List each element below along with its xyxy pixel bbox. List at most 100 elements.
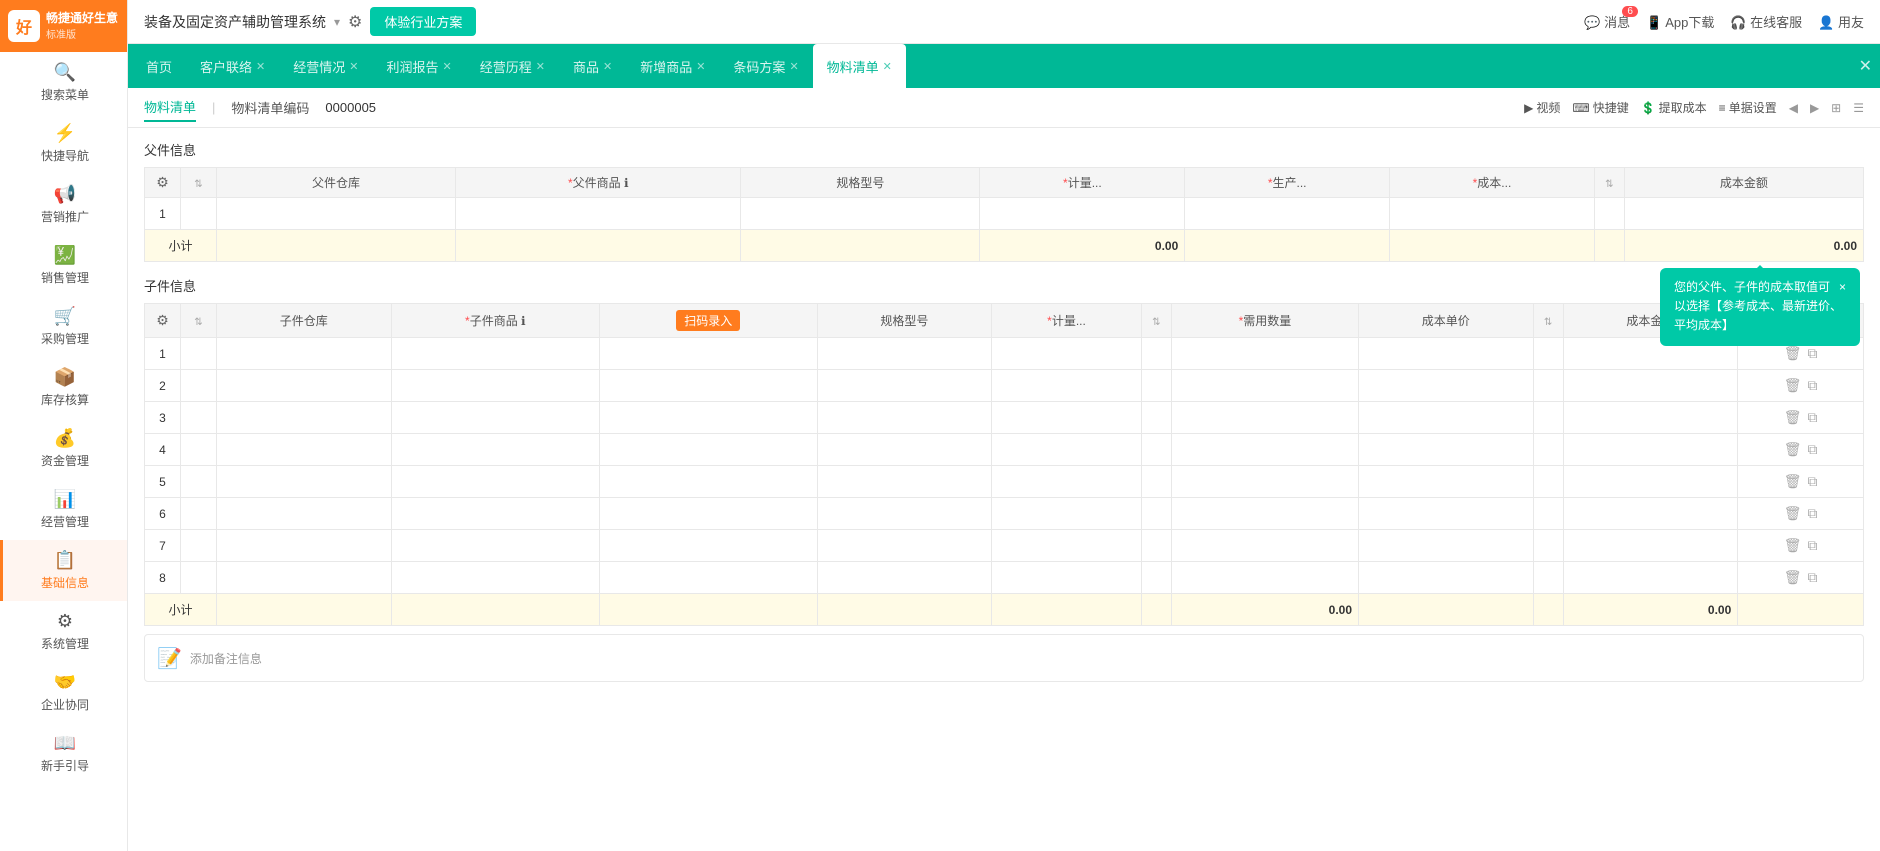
child-section-title: 子件信息: [144, 276, 1864, 295]
delete-icon[interactable]: 🗑: [1784, 505, 1802, 522]
video-action[interactable]: ▶ 视频: [1524, 99, 1560, 116]
copy-icon[interactable]: ⧉: [1808, 505, 1818, 522]
parent-col-unit: *计量...: [980, 168, 1185, 198]
close-icon[interactable]: ✕: [536, 60, 545, 73]
app-download-btn[interactable]: 📱 App下载: [1646, 12, 1714, 31]
tab-bom[interactable]: 物料清单 ✕: [813, 44, 906, 88]
tab-barcode[interactable]: 条码方案 ✕: [719, 44, 812, 88]
app-name: 畅捷通好生意: [46, 11, 118, 27]
copy-icon[interactable]: ⧉: [1808, 377, 1818, 394]
child-col-unit: *计量...: [992, 304, 1142, 338]
sidebar-item-finance[interactable]: 💰 资金管理: [0, 418, 127, 479]
sidebar-item-operations[interactable]: 📊 经营管理: [0, 479, 127, 540]
delete-icon[interactable]: 🗑: [1784, 409, 1802, 426]
child-subtotal-qty: 0.00: [1171, 594, 1358, 626]
sidebar-item-collab[interactable]: 🤝 企业协同: [0, 662, 127, 723]
sidebar-item-inventory[interactable]: 📦 库存核算: [0, 357, 127, 418]
user-icon: 👤: [1818, 15, 1834, 30]
child-col-settings[interactable]: ⚙: [145, 304, 181, 338]
nav-right-icon[interactable]: ▶: [1810, 101, 1819, 115]
sidebar-item-sales[interactable]: 💹 销售管理: [0, 235, 127, 296]
child-row: 2 🗑 ⧉: [145, 370, 1864, 402]
copy-icon[interactable]: ⧉: [1808, 441, 1818, 458]
child-row-num: 1: [145, 338, 181, 370]
copy-icon[interactable]: ⧉: [1808, 409, 1818, 426]
handshake-icon: 🤝: [54, 672, 76, 693]
tab-operations[interactable]: 经营情况 ✕: [279, 44, 372, 88]
close-icon[interactable]: ✕: [256, 60, 265, 73]
tab-products[interactable]: 商品 ✕: [559, 44, 626, 88]
extract-cost-action[interactable]: 💲 提取成本: [1641, 99, 1707, 116]
shortcut-action[interactable]: ⌨ 快捷键: [1572, 99, 1628, 116]
operations-icon: 📊: [54, 489, 76, 510]
delete-icon[interactable]: 🗑: [1784, 473, 1802, 490]
tab-profit[interactable]: 利润报告 ✕: [372, 44, 465, 88]
child-cell-unit-cost[interactable]: [1359, 338, 1534, 370]
child-cell-qty[interactable]: [1171, 338, 1358, 370]
menu-icon[interactable]: ☰: [1853, 101, 1864, 115]
trial-button[interactable]: 体验行业方案: [370, 7, 476, 36]
sub-tab-code[interactable]: 物料清单编码: [231, 94, 309, 121]
delete-icon[interactable]: 🗑: [1784, 441, 1802, 458]
tab-home[interactable]: 首页: [132, 44, 186, 88]
system-title: 装备及固定资产辅助管理系统: [144, 12, 326, 32]
child-cell-warehouse[interactable]: [217, 338, 392, 370]
cost-tooltip: × 您的父件、子件的成本取值可以选择【参考成本、最新进价、平均成本】: [1660, 268, 1860, 346]
parent-cell-cost[interactable]: [1390, 198, 1595, 230]
delete-icon[interactable]: 🗑: [1784, 537, 1802, 554]
sidebar-item-guide[interactable]: 📖 新手引导: [0, 723, 127, 784]
tooltip-close-button[interactable]: ×: [1839, 278, 1846, 297]
delete-icon[interactable]: 🗑: [1784, 569, 1802, 586]
close-icon[interactable]: ✕: [349, 60, 358, 73]
delete-icon[interactable]: 🗑: [1784, 377, 1802, 394]
tab-customer[interactable]: 客户联络 ✕: [186, 44, 279, 88]
sidebar-item-purchase[interactable]: 🛒 采购管理: [0, 296, 127, 357]
sidebar-item-search[interactable]: 🔍 搜索菜单: [0, 52, 127, 113]
user-menu[interactable]: 👤 用友: [1818, 12, 1864, 31]
child-cell-unit[interactable]: [992, 338, 1142, 370]
dropdown-arrow-icon[interactable]: ▾: [334, 15, 340, 29]
copy-icon[interactable]: ⧉: [1808, 569, 1818, 586]
sidebar-item-quicknav[interactable]: ⚡ 快捷导航: [0, 113, 127, 174]
sidebar-item-basic[interactable]: 📋 基础信息: [0, 540, 127, 601]
child-row: 8 🗑 ⧉: [145, 562, 1864, 594]
copy-icon[interactable]: ⧉: [1808, 473, 1818, 490]
sidebar-item-system[interactable]: ⚙ 系统管理: [0, 601, 127, 662]
parent-cell-spec[interactable]: [741, 198, 980, 230]
child-col-scan[interactable]: 扫码录入: [600, 304, 818, 338]
close-icon[interactable]: ✕: [443, 60, 452, 73]
close-icon[interactable]: ✕: [789, 60, 798, 73]
doc-settings-action[interactable]: ≡ 单据设置: [1719, 99, 1777, 116]
tab-history[interactable]: 经营历程 ✕: [466, 44, 559, 88]
nav-left-icon[interactable]: ◀: [1789, 101, 1798, 115]
sidebar-item-label: 基础信息: [41, 574, 89, 591]
settings-icon[interactable]: ⚙: [348, 12, 362, 32]
child-row: 4 🗑 ⧉: [145, 434, 1864, 466]
parent-cell-unit[interactable]: [980, 198, 1185, 230]
note-placeholder[interactable]: 添加备注信息: [190, 650, 262, 667]
parent-cell-warehouse[interactable]: [217, 198, 456, 230]
close-icon[interactable]: ✕: [696, 60, 705, 73]
child-col-unit-cost: 成本单价: [1359, 304, 1534, 338]
delete-icon[interactable]: 🗑: [1784, 345, 1802, 362]
nav-tabs: 首页 客户联络 ✕ 经营情况 ✕ 利润报告 ✕ 经营历程 ✕ 商品 ✕ 新增商品…: [128, 44, 1880, 88]
copy-icon[interactable]: ⧉: [1808, 345, 1818, 362]
message-btn[interactable]: 💬 6 消息: [1584, 12, 1630, 31]
sub-tab-bom[interactable]: 物料清单: [144, 93, 196, 122]
tab-new-product[interactable]: 新增商品 ✕: [626, 44, 719, 88]
scan-button[interactable]: 扫码录入: [676, 310, 740, 331]
close-icon[interactable]: ✕: [603, 60, 612, 73]
nav-close-button[interactable]: ✕: [1855, 52, 1876, 80]
parent-cell-product[interactable]: [456, 198, 741, 230]
copy-icon[interactable]: ⧉: [1808, 537, 1818, 554]
close-icon[interactable]: ✕: [883, 60, 892, 73]
user-label: 用友: [1838, 15, 1864, 30]
message-badge: 6: [1622, 6, 1638, 17]
child-cell-product[interactable]: [391, 338, 599, 370]
child-cell-spec[interactable]: [817, 338, 992, 370]
online-service-btn[interactable]: 🎧 在线客服: [1730, 12, 1802, 31]
parent-cell-produce[interactable]: [1185, 198, 1390, 230]
expand-icon[interactable]: ⊞: [1831, 101, 1841, 115]
sidebar-item-marketing[interactable]: 📢 营销推广: [0, 174, 127, 235]
parent-col-settings[interactable]: ⚙: [145, 168, 181, 198]
